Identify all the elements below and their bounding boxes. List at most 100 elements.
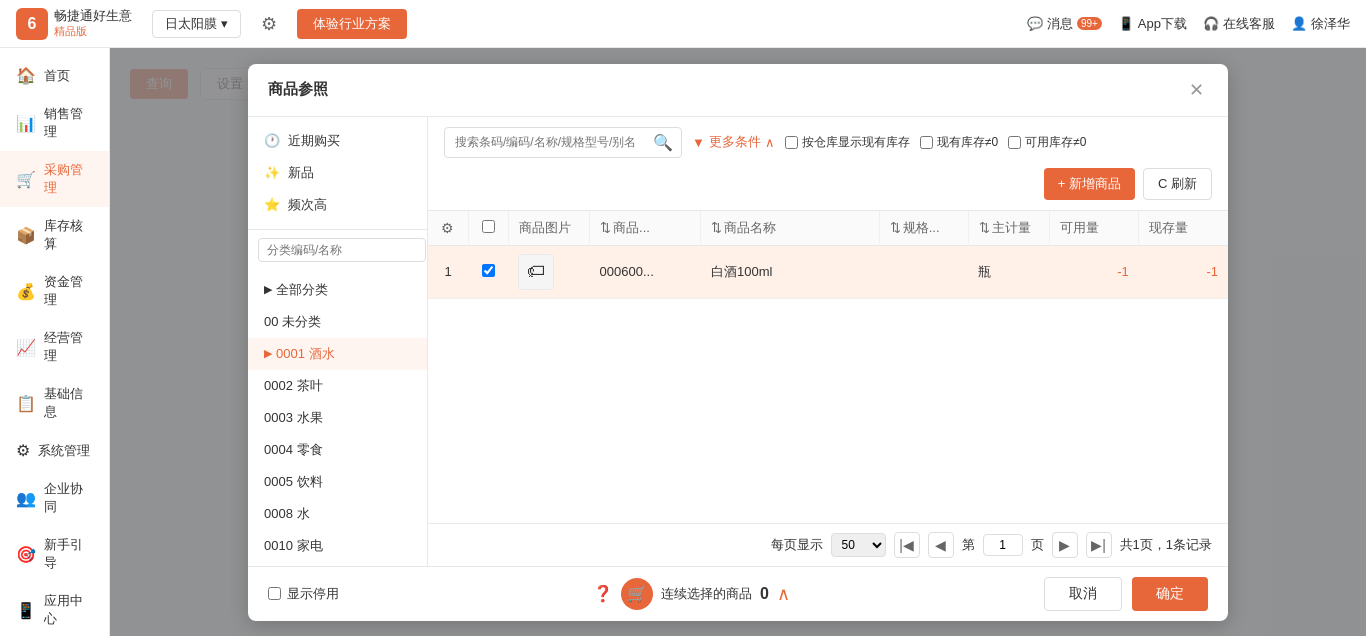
quick-link-frequent[interactable]: ⭐ 频次高 <box>248 189 427 221</box>
settings-icon[interactable]: ⚙ <box>253 8 285 40</box>
cart-icon[interactable]: 🛒 <box>621 578 653 610</box>
pagination-bar: 每页显示 50 10 20 100 |◀ ◀ 第 页 <box>428 523 1228 566</box>
inventory-icon: 📦 <box>16 226 36 245</box>
online-service-nav[interactable]: 🎧 在线客服 <box>1203 15 1275 33</box>
add-product-button[interactable]: + 新增商品 <box>1044 168 1135 200</box>
mobile-icon: 📱 <box>1118 16 1134 31</box>
sort-icon-code: ⇅ <box>600 220 611 235</box>
sidebar-item-enterprise[interactable]: 👥 企业协同 <box>0 470 109 526</box>
available-stock-checkbox-label[interactable]: 现有库存≠0 <box>920 134 998 151</box>
apps-icon: 📱 <box>16 601 36 620</box>
th-unit[interactable]: ⇅ 主计量 <box>968 211 1049 246</box>
category-item-uncategorized[interactable]: 00 未分类 <box>248 306 427 338</box>
product-search-button[interactable]: 🔍 <box>645 128 681 157</box>
messages-nav[interactable]: 💬 消息 99+ <box>1027 15 1102 33</box>
operations-icon: 📈 <box>16 338 36 357</box>
next-page-button[interactable]: ▶ <box>1052 532 1078 558</box>
quick-link-new[interactable]: ✨ 新品 <box>248 157 427 189</box>
row-checkbox[interactable] <box>482 264 495 277</box>
sort-icon-name: ⇅ <box>711 220 722 235</box>
product-search-input[interactable] <box>445 130 645 154</box>
sidebar-item-basic-info[interactable]: 📋 基础信息 <box>0 375 109 431</box>
usable-stock-checkbox-label[interactable]: 可用库存≠0 <box>1008 134 1086 151</box>
th-spec[interactable]: ⇅ 规格... <box>879 211 968 246</box>
app-download-nav[interactable]: 📱 App下载 <box>1118 15 1187 33</box>
first-page-button[interactable]: |◀ <box>894 532 920 558</box>
page-number-input[interactable] <box>983 534 1023 556</box>
sidebar-item-system[interactable]: ⚙ 系统管理 <box>0 431 109 470</box>
prev-page-button[interactable]: ◀ <box>928 532 954 558</box>
cell-stock: -1 <box>1139 245 1228 298</box>
th-code[interactable]: ⇅ 商品... <box>590 211 701 246</box>
last-page-button[interactable]: ▶| <box>1086 532 1112 558</box>
product-search-box: 🔍 <box>444 127 682 158</box>
category-search-input[interactable] <box>258 238 426 262</box>
category-item-all[interactable]: ▶ 全部分类 <box>248 274 427 306</box>
modal-close-button[interactable]: ✕ <box>1184 78 1208 102</box>
collapse-arrow-icon[interactable]: ∧ <box>777 583 790 605</box>
confirm-button[interactable]: 确定 <box>1132 577 1208 611</box>
per-page-select[interactable]: 50 10 20 100 <box>831 533 886 557</box>
usable-stock-checkbox[interactable] <box>1008 136 1021 149</box>
th-image: 商品图片 <box>508 211 589 246</box>
available-stock-checkbox[interactable] <box>920 136 933 149</box>
user-nav[interactable]: 👤 徐泽华 <box>1291 15 1350 33</box>
avatar: 👤 <box>1291 16 1307 31</box>
category-item-beverage[interactable]: 0005 饮料 <box>248 466 427 498</box>
product-reference-modal: 商品参照 ✕ 🕐 近期购买 ✨ <box>248 64 1228 621</box>
filter-button[interactable]: ▼ 更多条件 ∧ <box>692 133 775 151</box>
sidebar-item-sales[interactable]: 📊 销售管理 <box>0 95 109 151</box>
select-all-checkbox[interactable] <box>482 220 495 233</box>
sidebar-item-inventory[interactable]: 📦 库存核算 <box>0 207 109 263</box>
sidebar-item-home[interactable]: 🏠 首页 <box>0 56 109 95</box>
cell-name: 白酒100ml <box>701 245 879 298</box>
page-label: 第 <box>962 536 975 554</box>
top-nav: 6 畅捷通好生意 精品版 日太阳膜 ▾ ⚙ 体验行业方案 💬 消息 99+ 📱 … <box>0 0 1366 48</box>
th-stock[interactable]: 现存量 <box>1139 211 1228 246</box>
cta-button[interactable]: 体验行业方案 <box>297 9 407 39</box>
logo-text: 畅捷通好生意 <box>54 8 132 25</box>
logo-area: 6 畅捷通好生意 精品版 <box>16 8 132 40</box>
sidebar-item-guide[interactable]: 🎯 新手引导 <box>0 526 109 582</box>
cart-label: 连续选择的商品 <box>661 585 752 603</box>
category-item-appliance[interactable]: 0010 家电 <box>248 530 427 562</box>
category-list: ▶ 全部分类 00 未分类 ▶ 0001 酒水 <box>248 270 427 566</box>
cell-checkbox[interactable] <box>468 245 508 298</box>
category-item-tea[interactable]: 0002 茶叶 <box>248 370 427 402</box>
category-item-fruit[interactable]: 0003 水果 <box>248 402 427 434</box>
show-disabled-checkbox[interactable] <box>268 587 281 600</box>
quick-link-recent[interactable]: 🕐 近期购买 <box>248 125 427 157</box>
category-search-row: 🔍 <box>248 230 427 270</box>
refresh-button[interactable]: C 刷新 <box>1143 168 1212 200</box>
chevron-down-icon: ▾ <box>221 16 228 31</box>
nav-dropdown[interactable]: 日太阳膜 ▾ <box>152 10 241 38</box>
filter-icon: ▼ <box>692 135 705 150</box>
th-name[interactable]: ⇅ 商品名称 <box>701 211 879 246</box>
th-available[interactable]: 可用量 <box>1050 211 1139 246</box>
th-settings[interactable]: ⚙ <box>428 211 468 246</box>
shopping-cart-icon: 🛒 <box>627 584 647 603</box>
headset-icon: 🎧 <box>1203 16 1219 31</box>
sidebar-item-purchase[interactable]: 🛒 采购管理 <box>0 151 109 207</box>
show-disabled-label[interactable]: 显示停用 <box>268 585 339 603</box>
cell-unit: 瓶 <box>968 245 1049 298</box>
category-item-water[interactable]: 0008 水 <box>248 498 427 530</box>
warehouse-checkbox-label[interactable]: 按仓库显示现有库存 <box>785 134 910 151</box>
cancel-button[interactable]: 取消 <box>1044 577 1122 611</box>
product-table: ⚙ 商品图片 <box>428 211 1228 299</box>
category-item-snack[interactable]: 0004 零食 <box>248 434 427 466</box>
cell-image: 🏷 <box>508 245 589 298</box>
table-row[interactable]: 1 🏷 000600... <box>428 245 1228 298</box>
chevron-up-icon: ∧ <box>765 135 775 150</box>
sidebar-item-operations[interactable]: 📈 经营管理 <box>0 319 109 375</box>
sidebar-item-apps[interactable]: 📱 应用中心 <box>0 582 109 636</box>
category-item-liquor[interactable]: ▶ 0001 酒水 <box>248 338 427 370</box>
warehouse-checkbox[interactable] <box>785 136 798 149</box>
sidebar-item-finance[interactable]: 💰 资金管理 <box>0 263 109 319</box>
finance-icon: 💰 <box>16 282 36 301</box>
sales-icon: 📊 <box>16 114 36 133</box>
modal-body: 🕐 近期购买 ✨ 新品 ⭐ 频次高 <box>248 117 1228 566</box>
guide-icon: 🎯 <box>16 545 36 564</box>
per-page-label: 每页显示 <box>771 536 823 554</box>
purchase-icon: 🛒 <box>16 170 36 189</box>
